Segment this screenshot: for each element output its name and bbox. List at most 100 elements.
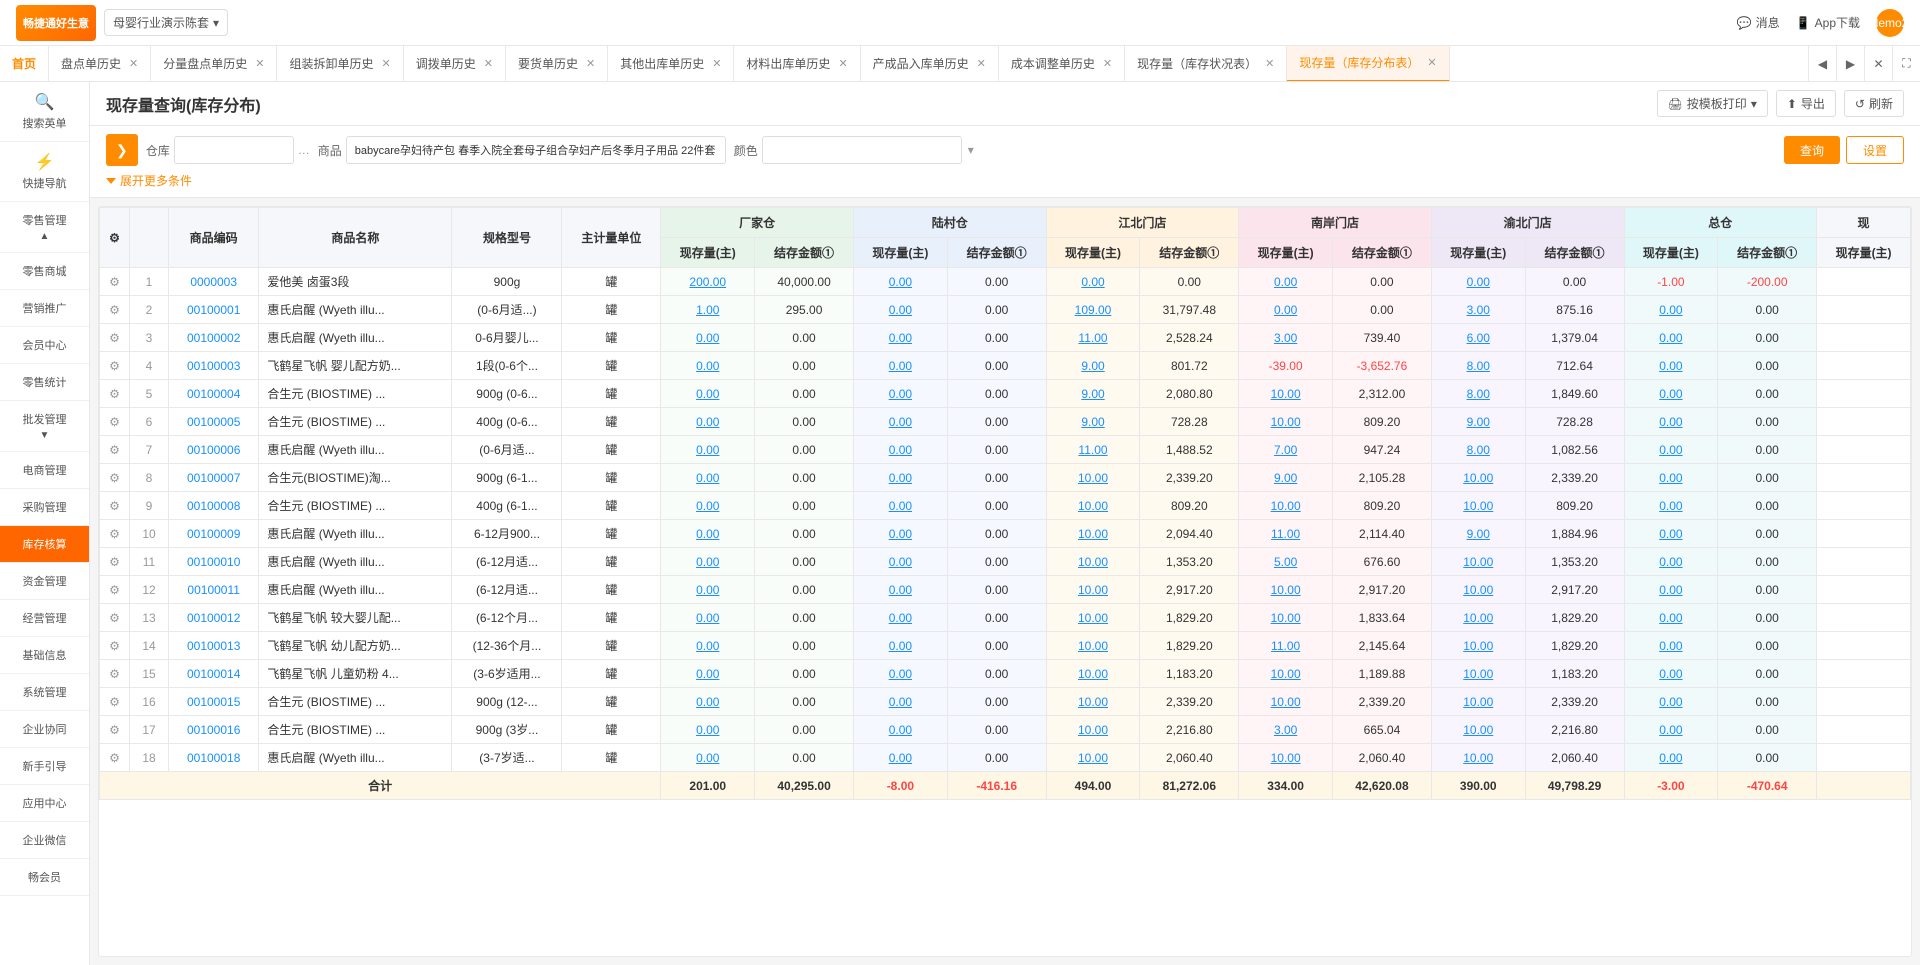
cell-gear[interactable]: ⚙ [100, 688, 130, 716]
tab-home[interactable]: 首页 [0, 46, 49, 82]
sidebar-item-retail-mall[interactable]: 零售商城 [0, 253, 89, 290]
sidebar-item-enterprise[interactable]: 企业协同 [0, 711, 89, 748]
cell-yb-qty[interactable]: 10.00 [1431, 716, 1525, 744]
sidebar-item-ecom[interactable]: 电商管理 [0, 452, 89, 489]
cell-l-qty[interactable]: 0.00 [854, 744, 948, 772]
close-icon[interactable]: ✕ [838, 57, 847, 70]
cell-jb-qty[interactable]: 10.00 [1046, 520, 1140, 548]
cell-total-qty[interactable]: 0.00 [1624, 436, 1718, 464]
sidebar-item-operations[interactable]: 经营管理 [0, 600, 89, 637]
nav-expand-btn[interactable]: ⛶ [1892, 46, 1920, 82]
close-icon[interactable]: ✕ [255, 57, 264, 70]
cell-l-qty[interactable]: 0.00 [854, 436, 948, 464]
sidebar-item-wechat[interactable]: 企业微信 [0, 822, 89, 859]
cell-f-qty[interactable]: 0.00 [661, 464, 755, 492]
tab-split-inventory[interactable]: 分量盘点单历史 ✕ [151, 46, 277, 82]
cell-na-qty[interactable]: 10.00 [1239, 660, 1333, 688]
cell-na-qty[interactable]: 11.00 [1239, 632, 1333, 660]
sidebar-item-system[interactable]: 系统管理 [0, 674, 89, 711]
cell-yb-qty[interactable]: 8.00 [1431, 352, 1525, 380]
tab-requisition[interactable]: 要货单历史 ✕ [506, 46, 608, 82]
cell-f-qty[interactable]: 0.00 [661, 660, 755, 688]
sidebar-item-purchase[interactable]: 采购管理 [0, 489, 89, 526]
cell-gear[interactable]: ⚙ [100, 632, 130, 660]
cell-yb-qty[interactable]: 10.00 [1431, 688, 1525, 716]
cell-total-qty[interactable]: 0.00 [1624, 352, 1718, 380]
tab-transfer[interactable]: 调拨单历史 ✕ [404, 46, 506, 82]
cell-l-qty[interactable]: 0.00 [854, 324, 948, 352]
search-btn[interactable]: 查询 [1784, 136, 1840, 164]
print-btn[interactable]: 🖨 按模板打印 ▾ [1657, 90, 1768, 117]
industry-selector[interactable]: 母婴行业演示陈套 ▾ [104, 9, 228, 36]
cell-total-qty[interactable]: 0.00 [1624, 744, 1718, 772]
cell-total-qty[interactable]: -1.00 [1624, 268, 1718, 296]
settings-btn[interactable]: 设置 [1846, 136, 1904, 164]
cell-na-qty[interactable]: 3.00 [1239, 716, 1333, 744]
cell-jb-qty[interactable]: 11.00 [1046, 324, 1140, 352]
cell-gear[interactable]: ⚙ [100, 296, 130, 324]
cell-na-qty[interactable]: -39.00 [1239, 352, 1333, 380]
tab-inventory[interactable]: 盘点单历史 ✕ [49, 46, 151, 82]
cell-total-qty[interactable]: 0.00 [1624, 716, 1718, 744]
cell-yb-qty[interactable]: 10.00 [1431, 660, 1525, 688]
cell-total-qty[interactable]: 0.00 [1624, 408, 1718, 436]
cell-na-qty[interactable]: 3.00 [1239, 324, 1333, 352]
goods-input[interactable]: babycare孕妇待产包 春季入院全套母子组合孕妇产后冬季月子用品 22件套 … [346, 136, 726, 164]
cell-f-qty[interactable]: 200.00 [661, 268, 755, 296]
cell-na-qty[interactable]: 10.00 [1239, 604, 1333, 632]
message-btn[interactable]: 💬 消息 [1737, 14, 1780, 31]
cell-jb-qty[interactable]: 10.00 [1046, 744, 1140, 772]
cell-gear[interactable]: ⚙ [100, 352, 130, 380]
cell-total-qty[interactable]: 0.00 [1624, 520, 1718, 548]
cell-na-qty[interactable]: 9.00 [1239, 464, 1333, 492]
cell-gear[interactable]: ⚙ [100, 492, 130, 520]
sidebar-item-shortcut[interactable]: ⚡ 快捷导航 [0, 142, 89, 202]
expand-filter-btn[interactable]: ❯ [106, 134, 138, 166]
tab-combo[interactable]: 组装拆卸单历史 ✕ [277, 46, 403, 82]
cell-f-qty[interactable]: 0.00 [661, 688, 755, 716]
cell-jb-qty[interactable]: 10.00 [1046, 576, 1140, 604]
cell-jb-qty[interactable]: 10.00 [1046, 548, 1140, 576]
sidebar-item-marketing[interactable]: 营销推广 [0, 290, 89, 327]
cell-na-qty[interactable]: 10.00 [1239, 688, 1333, 716]
sidebar-item-inventory[interactable]: 库存核算 [0, 526, 89, 563]
tab-material-out[interactable]: 材料出库单历史 ✕ [734, 46, 860, 82]
cell-na-qty[interactable]: 5.00 [1239, 548, 1333, 576]
cell-f-qty[interactable]: 0.00 [661, 352, 755, 380]
cell-jb-qty[interactable]: 10.00 [1046, 604, 1140, 632]
cell-yb-qty[interactable]: 6.00 [1431, 324, 1525, 352]
cell-jb-qty[interactable]: 9.00 [1046, 408, 1140, 436]
close-icon[interactable]: ✕ [586, 57, 595, 70]
cell-yb-qty[interactable]: 8.00 [1431, 436, 1525, 464]
cell-total-qty[interactable]: 0.00 [1624, 548, 1718, 576]
expand-conditions-btn[interactable]: 展开更多条件 [106, 172, 1904, 189]
tab-product-in[interactable]: 产成品入库单历史 ✕ [861, 46, 999, 82]
cell-l-qty[interactable]: 0.00 [854, 632, 948, 660]
cell-yb-qty[interactable]: 10.00 [1431, 604, 1525, 632]
cell-l-qty[interactable]: 0.00 [854, 716, 948, 744]
cell-total-qty[interactable]: 0.00 [1624, 464, 1718, 492]
cell-f-qty[interactable]: 0.00 [661, 576, 755, 604]
cell-f-qty[interactable]: 0.00 [661, 744, 755, 772]
cell-yb-qty[interactable]: 10.00 [1431, 744, 1525, 772]
cell-gear[interactable]: ⚙ [100, 716, 130, 744]
close-icon[interactable]: ✕ [1427, 56, 1436, 69]
cell-total-qty[interactable]: 0.00 [1624, 576, 1718, 604]
cell-gear[interactable]: ⚙ [100, 464, 130, 492]
cell-f-qty[interactable]: 1.00 [661, 296, 755, 324]
cell-na-qty[interactable]: 0.00 [1239, 296, 1333, 324]
sidebar-item-app-center[interactable]: 应用中心 [0, 785, 89, 822]
cell-total-qty[interactable]: 0.00 [1624, 324, 1718, 352]
close-icon[interactable]: ✕ [484, 57, 493, 70]
cell-na-qty[interactable]: 10.00 [1239, 408, 1333, 436]
cell-jb-qty[interactable]: 0.00 [1046, 268, 1140, 296]
cell-yb-qty[interactable]: 10.00 [1431, 492, 1525, 520]
cell-na-qty[interactable]: 7.00 [1239, 436, 1333, 464]
cell-na-qty[interactable]: 10.00 [1239, 744, 1333, 772]
cell-gear[interactable]: ⚙ [100, 436, 130, 464]
cell-l-qty[interactable]: 0.00 [854, 464, 948, 492]
cell-l-qty[interactable]: 0.00 [854, 408, 948, 436]
cell-f-qty[interactable]: 0.00 [661, 408, 755, 436]
nav-prev-btn[interactable]: ◀ [1808, 46, 1836, 82]
tab-other-out[interactable]: 其他出库单历史 ✕ [608, 46, 734, 82]
